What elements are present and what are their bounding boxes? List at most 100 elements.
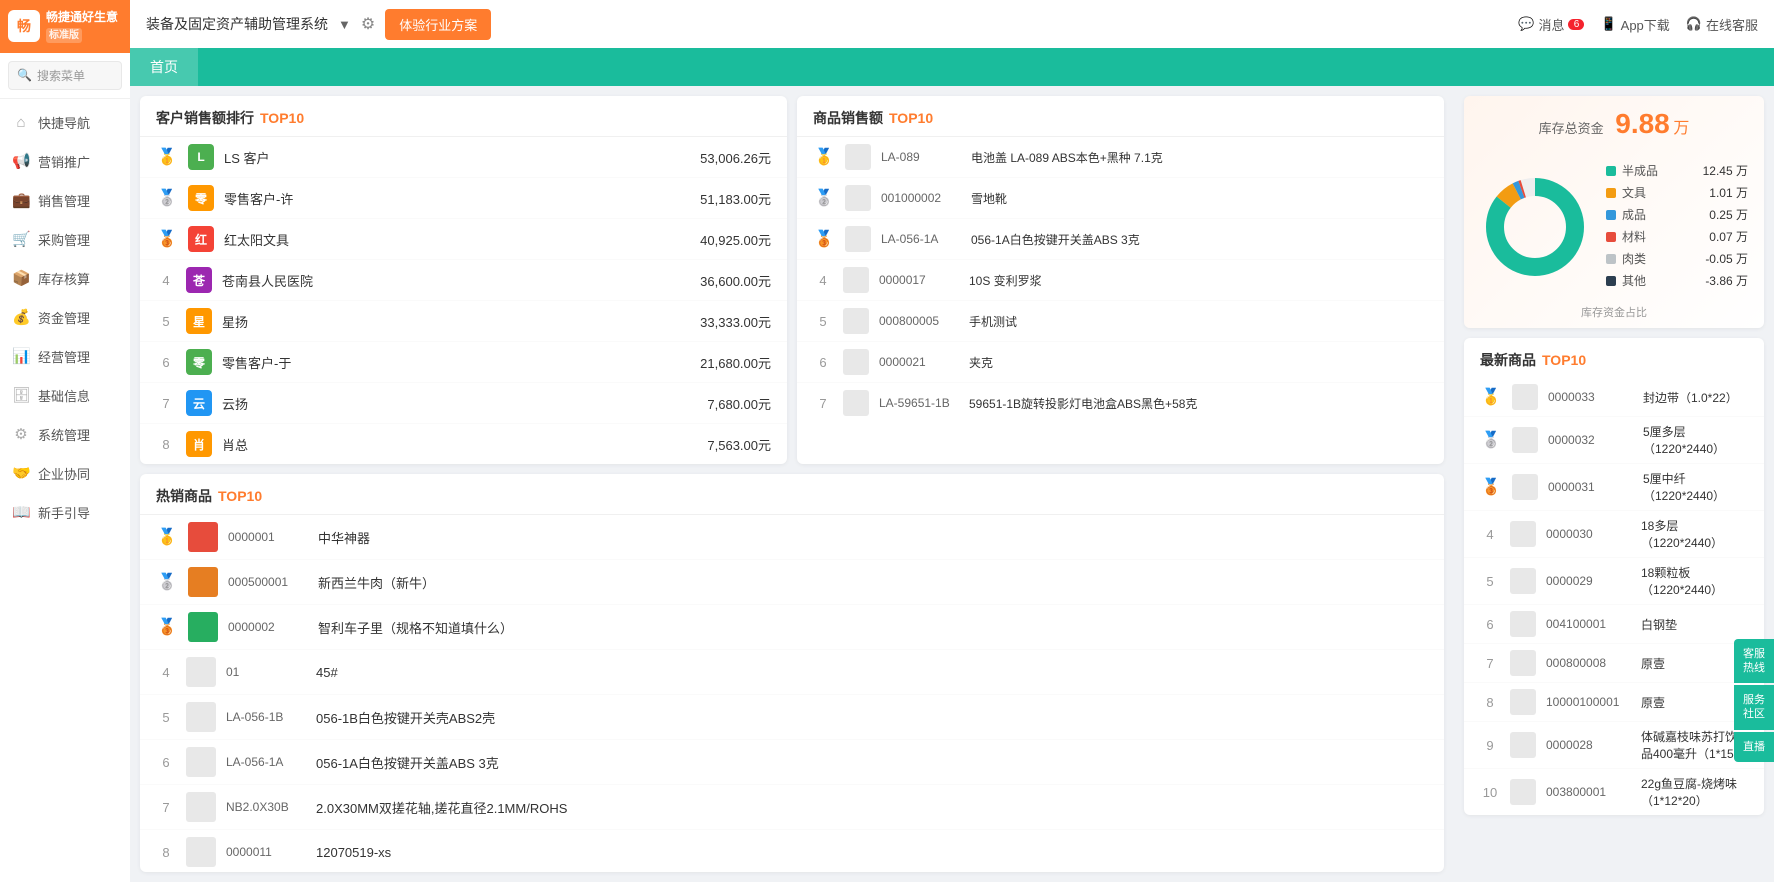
management-icon: 📊	[12, 347, 30, 365]
app-name: 畅捷通好生意	[46, 10, 118, 26]
hot-product-code-2: 000500001	[228, 575, 308, 589]
sidebar-item-collab[interactable]: 🤝 企业协同	[0, 454, 130, 493]
system-dropdown[interactable]: ▼	[338, 17, 351, 32]
service-live-btn[interactable]: 直播	[1734, 732, 1774, 762]
home-icon: ⌂	[12, 114, 30, 131]
product-ranking-top10: TOP10	[889, 110, 933, 126]
sidebar-item-purchase[interactable]: 🛒 采购管理	[0, 220, 130, 259]
customer-name-7: 云扬	[222, 394, 697, 413]
newest-name-7: 原壹	[1641, 655, 1748, 672]
sidebar-label-guide: 新手引导	[38, 503, 90, 522]
sidebar-label-inventory: 库存核算	[38, 269, 90, 288]
hot-product-img-7	[186, 792, 216, 822]
newest-products-header: 最新商品 TOP10	[1464, 338, 1764, 378]
sidebar-item-finance[interactable]: 💰 资金管理	[0, 298, 130, 337]
newest-img-6	[1510, 611, 1536, 637]
sidebar-item-system[interactable]: ⚙ 系统管理	[0, 415, 130, 454]
newest-img-8	[1510, 689, 1536, 715]
legend-item-meat: 肉类 -0.05 万	[1606, 250, 1748, 267]
product-name-5: 手机测试	[969, 313, 1428, 330]
inventory-total: 库存总资金 9.88 万	[1464, 96, 1764, 152]
customer-avatar-7: 云	[186, 390, 212, 416]
legend-val-other: -3.86 万	[1705, 272, 1748, 289]
medal-p2-icon: 🥈	[813, 188, 835, 208]
newest-rank-6: 6	[1480, 617, 1500, 632]
sidebar-label-basic: 基础信息	[38, 386, 90, 405]
hot-products-top10: TOP10	[218, 488, 262, 504]
service-community-btn[interactable]: 服务社区	[1734, 685, 1774, 730]
sidebar-item-inventory[interactable]: 📦 库存核算	[0, 259, 130, 298]
legend-name-other: 其他	[1622, 272, 1699, 289]
product-code-5: 000800005	[879, 314, 959, 328]
service-hotline-btn[interactable]: 客服热线	[1734, 639, 1774, 684]
hot-product-code-6: LA-056-1A	[226, 755, 306, 769]
hot-medal-2-icon: 🥈	[156, 572, 178, 592]
product-img-1	[845, 144, 871, 170]
product-code-6: 0000021	[879, 355, 959, 369]
newest-product-row: 🥇 0000033 封边带（1.0*22）	[1464, 378, 1764, 417]
newest-products-title: 最新商品	[1480, 350, 1536, 370]
hot-rank-6: 6	[156, 755, 176, 770]
newest-product-row: 7 000800008 原壹	[1464, 644, 1764, 683]
sidebar-item-guide[interactable]: 📖 新手引导	[0, 493, 130, 532]
newest-product-row: 4 0000030 18多层（1220*2440）	[1464, 511, 1764, 558]
online-label: 在线客服	[1706, 15, 1758, 34]
customer-rank-row: 6 零 零售客户-于 21,680.00元	[140, 342, 787, 383]
newest-rank-10: 10	[1480, 785, 1500, 800]
newest-medal-2: 🥈	[1480, 430, 1502, 450]
customer-amount-8: 7,563.00元	[707, 435, 771, 454]
legend-dot-finished	[1606, 210, 1616, 220]
newest-img-4	[1510, 521, 1536, 547]
newest-products-list: 🥇 0000033 封边带（1.0*22） 🥈 0000032 5厘多层（122…	[1464, 378, 1764, 815]
sidebar-item-quicknav[interactable]: ⌂ 快捷导航	[0, 103, 130, 142]
online-service-btn[interactable]: 🎧 在线客服	[1686, 15, 1758, 34]
newest-medal-1: 🥇	[1480, 387, 1502, 407]
medal-p3-icon: 🥉	[813, 229, 835, 249]
product-img-2	[845, 185, 871, 211]
hot-product-img-5	[186, 702, 216, 732]
customer-ranking-card: 客户销售额排行 TOP10 🥇 L LS 客户 53,006.26元 🥈	[140, 96, 787, 464]
sidebar-search[interactable]: 🔍 搜索菜单	[0, 53, 130, 99]
hot-product-name-7: 2.0X30MM双搓花轴,搓花直径2.1MM/ROHS	[316, 798, 1428, 817]
try-btn[interactable]: 体验行业方案	[385, 9, 491, 40]
search-menu-button[interactable]: 🔍 搜索菜单	[8, 61, 122, 90]
product-name-4: 10S 变利罗浆	[969, 272, 1428, 289]
customer-ranking-header: 客户销售额排行 TOP10	[140, 96, 787, 137]
top-row: 客户销售额排行 TOP10 🥇 L LS 客户 53,006.26元 🥈	[140, 96, 1444, 464]
newest-img-10	[1510, 779, 1536, 805]
product-rank-row: 4 0000017 10S 变利罗浆	[797, 260, 1444, 301]
customer-name-8: 肖总	[222, 435, 697, 454]
newest-rank-9: 9	[1480, 738, 1500, 753]
product-rank-row: 5 000800005 手机测试	[797, 301, 1444, 342]
sidebar-label-quicknav: 快捷导航	[38, 113, 90, 132]
customer-rank-row: 🥈 零 零售客户-许 51,183.00元	[140, 178, 787, 219]
tab-home[interactable]: 首页	[130, 48, 198, 86]
product-code-1: LA-089	[881, 150, 961, 164]
newest-product-row: 5 0000029 18颗粒板（1220*2440）	[1464, 558, 1764, 605]
sidebar-label-marketing: 营销推广	[38, 152, 90, 171]
newest-medal-3: 🥉	[1480, 477, 1502, 497]
message-btn[interactable]: 💬 消息 6	[1518, 15, 1584, 34]
sidebar-item-management[interactable]: 📊 经营管理	[0, 337, 130, 376]
sidebar-item-marketing[interactable]: 📢 营销推广	[0, 142, 130, 181]
settings-icon[interactable]: ⚙	[361, 14, 375, 34]
tab-home-label: 首页	[150, 57, 178, 77]
inventory-unit: 万	[1673, 120, 1689, 137]
sidebar-item-sales[interactable]: 💼 销售管理	[0, 181, 130, 220]
newest-code-5: 0000029	[1546, 574, 1631, 588]
legend-val-meat: -0.05 万	[1705, 250, 1748, 267]
newest-img-2	[1512, 427, 1538, 453]
product-ranking-header: 商品销售额 TOP10	[797, 96, 1444, 137]
app-download-btn[interactable]: 📱 App下载	[1600, 15, 1669, 34]
donut-area: 半成品 12.45 万 文具 1.01 万 成品 0.25 万	[1464, 152, 1764, 304]
hot-product-name-2: 新西兰牛肉（新牛）	[318, 573, 1428, 592]
newest-name-5: 18颗粒板（1220*2440）	[1641, 564, 1748, 598]
rank-num-p4: 4	[813, 273, 833, 288]
sidebar-item-basic[interactable]: 🗄 基础信息	[0, 376, 130, 415]
customer-amount-7: 7,680.00元	[707, 394, 771, 413]
customer-avatar-3: 红	[188, 226, 214, 252]
product-rank-row: 7 LA-59651-1B 59651-1B旋转投影灯电池盒ABS黑色+58克	[797, 383, 1444, 423]
product-ranking-title: 商品销售额	[813, 108, 883, 128]
legend-name-stationery: 文具	[1622, 184, 1703, 201]
message-icon: 💬	[1518, 16, 1534, 32]
